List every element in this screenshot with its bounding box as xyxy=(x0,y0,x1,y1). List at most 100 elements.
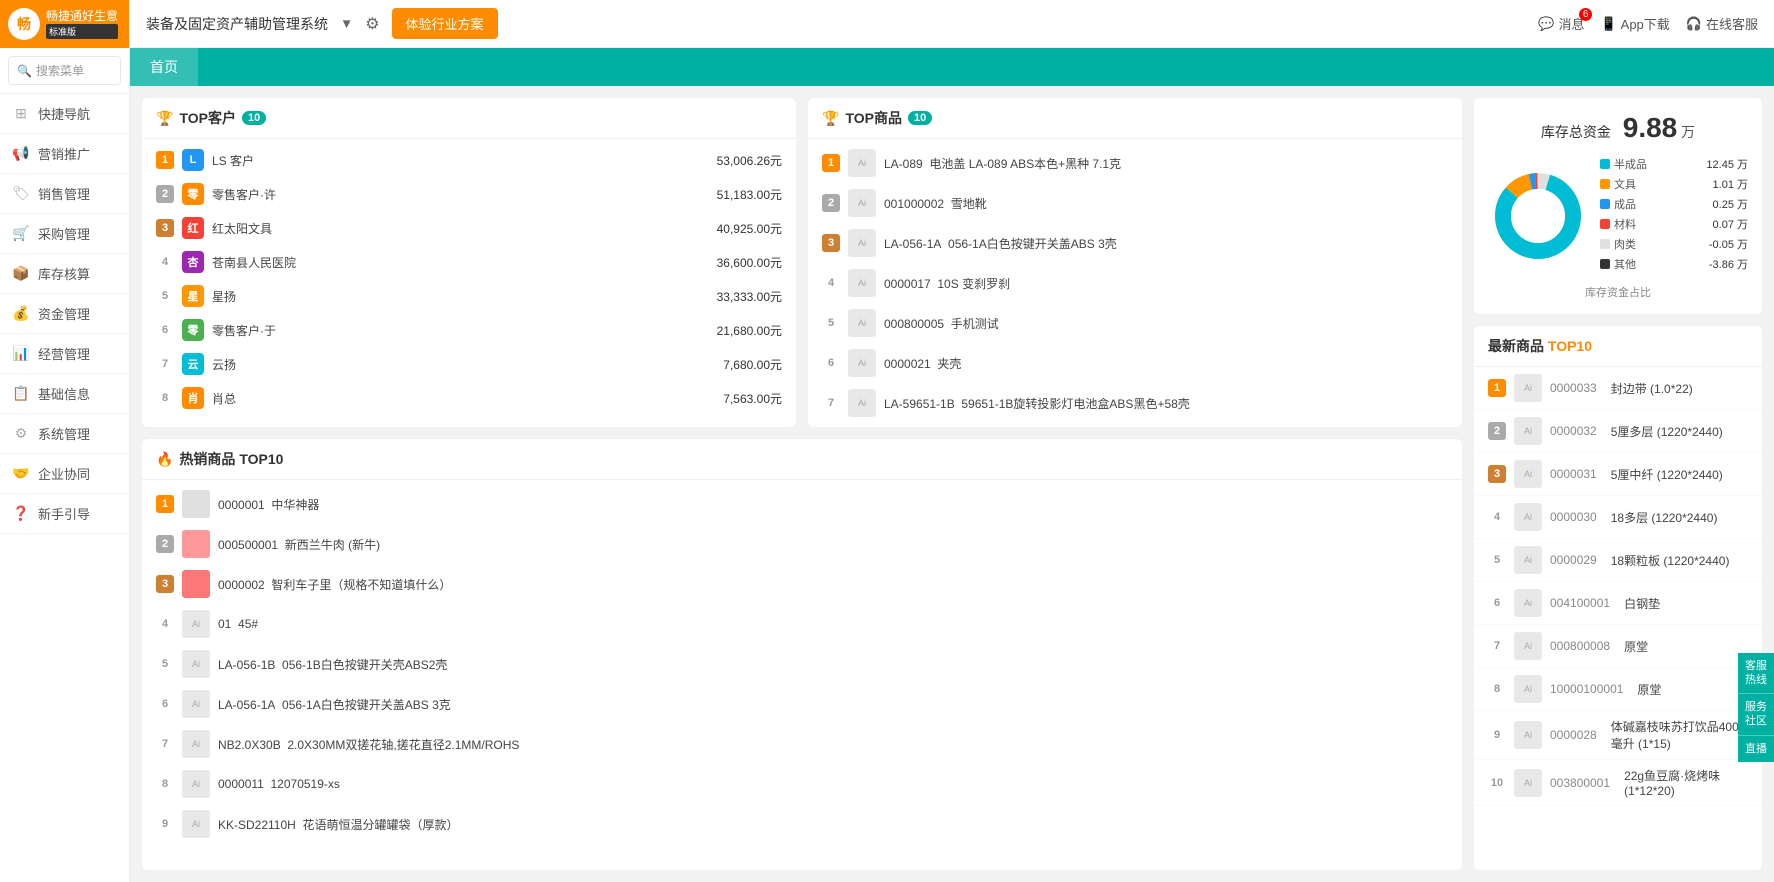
hot-products-header: 🔥 热销商品 TOP10 xyxy=(142,439,1462,480)
sales-label: 销售管理 xyxy=(38,184,90,203)
sidebar-item-enterprise[interactable]: 🤝 企业协同 xyxy=(0,454,129,494)
product-rank-item[interactable]: 3 Ai LA-056-1A 056-1A白色按键开关盖ABS 3壳 xyxy=(808,223,1462,263)
hot-product-item[interactable]: 4 Ai 01 45# xyxy=(142,604,1462,644)
hot-product-item[interactable]: 3 0000002 智利车子里（规格不知道填什么） xyxy=(142,564,1462,604)
float-btn-community[interactable]: 服务社区 xyxy=(1738,694,1774,736)
product-rank-item[interactable]: 2 Ai 001000002 雪地靴 xyxy=(808,183,1462,223)
latest-product-item[interactable]: 2 Ai 0000032 5厘多层 (1220*2440) xyxy=(1474,410,1762,453)
sidebar-item-marketing[interactable]: 📢 营销推广 xyxy=(0,134,129,174)
latest-product-item[interactable]: 4 Ai 0000030 18多层 (1220*2440) xyxy=(1474,496,1762,539)
hot-product-name: 0000011 12070519-xs xyxy=(218,777,1448,791)
float-btn-service[interactable]: 客服热线 xyxy=(1738,653,1774,695)
sidebar-item-operations[interactable]: 📊 经营管理 xyxy=(0,334,129,374)
tab-home[interactable]: 首页 xyxy=(130,48,198,86)
sidebar-item-system[interactable]: ⚙ 系统管理 xyxy=(0,414,129,454)
hot-product-item[interactable]: 8 Ai 0000011 12070519-xs xyxy=(142,764,1462,804)
logo-title: 畅捷通好生意 xyxy=(46,9,118,25)
hot-product-name: LA-056-1A 056-1A白色按键开关盖ABS 3克 xyxy=(218,696,1448,713)
fire-icon: 🔥 xyxy=(156,451,173,468)
legend-item: 成品 0.25 万 xyxy=(1600,196,1748,212)
finance-label: 资金管理 xyxy=(38,304,90,323)
basic-info-label: 基础信息 xyxy=(38,384,90,403)
rank-num: 7 xyxy=(822,394,840,412)
sidebar: 畅 畅捷通好生意 标准版 🔍 搜索菜单 ⊞ 快捷导航 📢 营销推广 🏷 销售管理… xyxy=(0,0,130,882)
legend-value: -0.05 万 xyxy=(1709,236,1748,252)
message-icon: 💬 xyxy=(1538,16,1554,32)
hot-product-img: Ai xyxy=(182,770,210,798)
customer-rank-item[interactable]: 3 红 红太阳文具 40,925.00元 xyxy=(142,211,796,245)
rank-num: 2 xyxy=(156,535,174,553)
latest-product-item[interactable]: 7 Ai 000800008 原堂 xyxy=(1474,625,1762,668)
app-download-button[interactable]: 📱 App下载 xyxy=(1600,14,1669,33)
hot-product-item[interactable]: 5 Ai LA-056-1B 056-1B白色按键开关壳ABS2壳 xyxy=(142,644,1462,684)
rank-num: 6 xyxy=(156,321,174,339)
sidebar-item-guide[interactable]: ❓ 新手引导 xyxy=(0,494,129,534)
legend-item: 半成品 12.45 万 xyxy=(1600,156,1748,172)
search-menu-button[interactable]: 🔍 搜索菜单 xyxy=(8,56,121,85)
donut-chart xyxy=(1488,166,1588,266)
product-rank-item[interactable]: 1 Ai LA-089 电池盖 LA-089 ABS本色+黑种 7.1克 xyxy=(808,143,1462,183)
latest-rank: 2 xyxy=(1488,422,1506,440)
sidebar-item-quick-nav[interactable]: ⊞ 快捷导航 xyxy=(0,94,129,134)
latest-product-img: Ai xyxy=(1514,721,1542,749)
rank-amount: 51,183.00元 xyxy=(717,186,782,203)
customer-rank-item[interactable]: 6 零 零售客户·于 21,680.00元 xyxy=(142,313,796,347)
rank-num: 7 xyxy=(156,355,174,373)
inventory-icon: 📦 xyxy=(12,265,30,283)
sidebar-item-finance[interactable]: 💰 资金管理 xyxy=(0,294,129,334)
customer-rank-item[interactable]: 1 L LS 客户 53,006.26元 xyxy=(142,143,796,177)
top-customers-header: 🏆 TOP客户 10 xyxy=(142,98,796,139)
online-service-button[interactable]: 🎧 在线客服 xyxy=(1686,14,1758,33)
hot-product-item[interactable]: 7 Ai NB2.0X30B 2.0X30MM双搓花轴,搓花直径2.1MM/RO… xyxy=(142,724,1462,764)
topbar-right: 💬 消息 6 📱 App下载 🎧 在线客服 xyxy=(1538,14,1758,33)
message-button[interactable]: 💬 消息 6 xyxy=(1538,14,1584,33)
product-rank-item[interactable]: 5 Ai 000800005 手机测试 xyxy=(808,303,1462,343)
product-thumbnail: Ai xyxy=(848,389,876,417)
product-rank-item[interactable]: 7 Ai LA-59651-1B 59651-1B旋转投影灯电池盒ABS黑色+5… xyxy=(808,383,1462,423)
product-rank-item[interactable]: 4 Ai 0000017 10S 变刹罗刹 xyxy=(808,263,1462,303)
legend-label: 文具 xyxy=(1614,176,1709,192)
hot-product-item[interactable]: 9 Ai KK-SD22110H 花语萌恒温分罐罐袋（厚款） xyxy=(142,804,1462,844)
latest-product-item[interactable]: 5 Ai 0000029 18颗粒板 (1220*2440) xyxy=(1474,539,1762,582)
sidebar-item-inventory[interactable]: 📦 库存核算 xyxy=(0,254,129,294)
system-dropdown-button[interactable]: ▼ xyxy=(340,16,353,31)
rank-num: 2 xyxy=(156,185,174,203)
sidebar-search-area[interactable]: 🔍 搜索菜单 xyxy=(0,48,129,94)
latest-product-item[interactable]: 9 Ai 0000028 体碱嘉枝味苏打饮品400毫升 (1*15) xyxy=(1474,711,1762,760)
sidebar-item-sales[interactable]: 🏷 销售管理 xyxy=(0,174,129,214)
latest-product-code: 0000031 xyxy=(1550,467,1597,481)
customer-rank-item[interactable]: 2 零 零售客户·许 51,183.00元 xyxy=(142,177,796,211)
sidebar-item-purchase[interactable]: 🛒 采购管理 xyxy=(0,214,129,254)
customer-rank-item[interactable]: 4 杏 苍南县人民医院 36,600.00元 xyxy=(142,245,796,279)
latest-product-item[interactable]: 6 Ai 004100001 白钢垫 xyxy=(1474,582,1762,625)
product-rank-item[interactable]: 6 Ai 0000021 夹壳 xyxy=(808,343,1462,383)
settings-button[interactable]: ⚙ xyxy=(365,14,379,34)
legend-label: 半成品 xyxy=(1614,156,1702,172)
latest-product-item[interactable]: 1 Ai 0000033 封边带 (1.0*22) xyxy=(1474,367,1762,410)
top-products-title: TOP商品 xyxy=(845,108,902,128)
latest-product-item[interactable]: 10 Ai 003800001 22g鱼豆腐·烧烤味 (1*12*20) xyxy=(1474,760,1762,806)
message-badge: 6 xyxy=(1579,8,1593,21)
enterprise-label: 企业协同 xyxy=(38,464,90,483)
sales-icon: 🏷 xyxy=(12,185,30,203)
product-name: LA-056-1A 056-1A白色按键开关盖ABS 3壳 xyxy=(884,235,1448,252)
customer-rank-item[interactable]: 5 星 星扬 33,333.00元 xyxy=(142,279,796,313)
product-thumbnail: Ai xyxy=(848,269,876,297)
hot-product-item[interactable]: 1 0000001 中华神器 xyxy=(142,484,1462,524)
topbar: 装备及固定资产辅助管理系统 ▼ ⚙ 体验行业方案 💬 消息 6 📱 App下载 … xyxy=(130,0,1774,48)
trial-button[interactable]: 体验行业方案 xyxy=(392,8,498,39)
float-btn-live[interactable]: 直播 xyxy=(1738,736,1774,762)
latest-product-img: Ai xyxy=(1514,632,1542,660)
latest-product-name: 原堂 xyxy=(1637,681,1661,698)
latest-product-item[interactable]: 8 Ai 10000100001 原堂 xyxy=(1474,668,1762,711)
hot-product-item[interactable]: 2 000500001 新西兰牛肉 (新牛) xyxy=(142,524,1462,564)
latest-product-name: 18颗粒板 (1220*2440) xyxy=(1611,552,1730,569)
marketing-label: 营销推广 xyxy=(38,144,90,163)
rank-name: 红太阳文具 xyxy=(212,220,709,237)
latest-product-item[interactable]: 3 Ai 0000031 5厘中纤 (1220*2440) xyxy=(1474,453,1762,496)
customer-rank-item[interactable]: 8 肖 肖总 7,563.00元 xyxy=(142,381,796,415)
trophy-icon: 🏆 xyxy=(156,110,173,127)
sidebar-item-basic-info[interactable]: 📋 基础信息 xyxy=(0,374,129,414)
hot-product-item[interactable]: 6 Ai LA-056-1A 056-1A白色按键开关盖ABS 3克 xyxy=(142,684,1462,724)
customer-rank-item[interactable]: 7 云 云扬 7,680.00元 xyxy=(142,347,796,381)
